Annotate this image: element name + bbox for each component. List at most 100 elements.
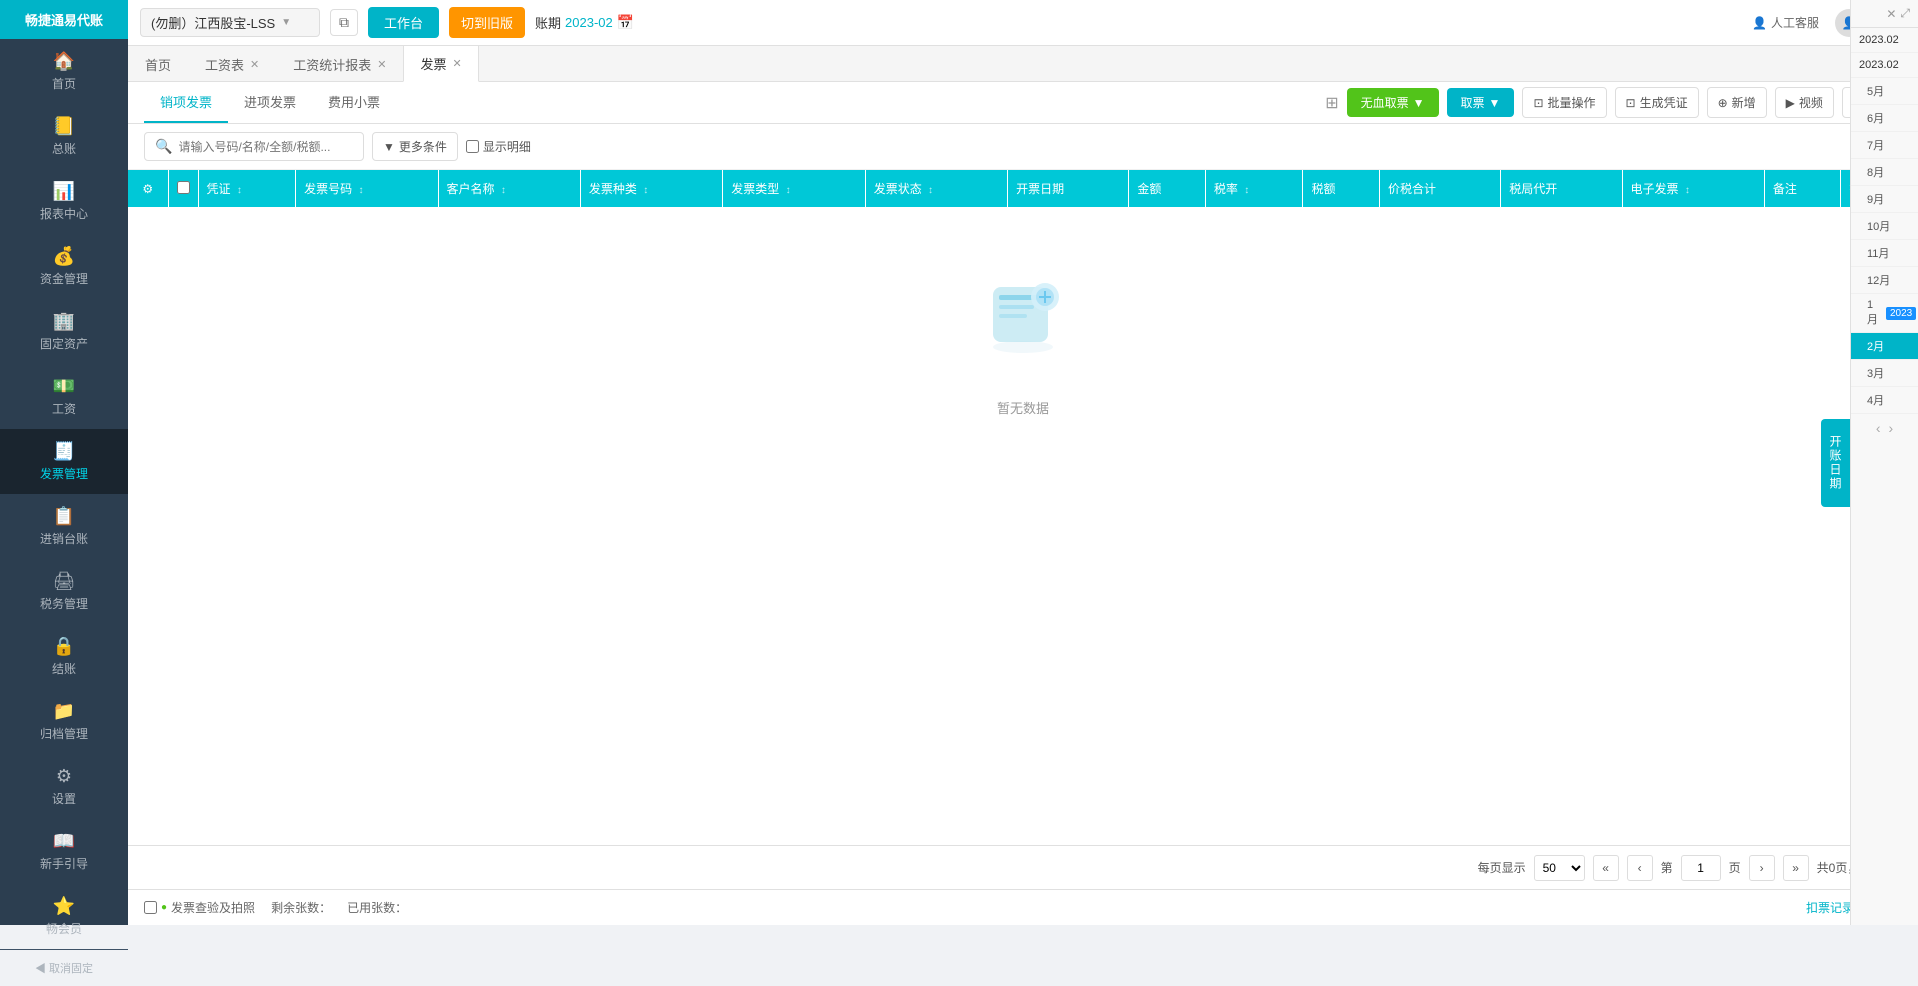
- period-year-2023-badge: 1月 2023: [1851, 294, 1918, 333]
- prev-page-button[interactable]: ‹: [1627, 855, 1653, 881]
- sidebar-item-salary[interactable]: 💵 工资: [0, 364, 128, 429]
- period-next-button[interactable]: ›: [1887, 418, 1896, 438]
- last-page-button[interactable]: »: [1783, 855, 1809, 881]
- page-number-input[interactable]: [1681, 855, 1721, 881]
- invoice-check-label[interactable]: ● 发票查验及拍照: [144, 899, 255, 916]
- company-dropdown-arrow: ▼: [281, 17, 291, 28]
- tab-salary-report[interactable]: 工资统计报表 ✕: [276, 46, 403, 82]
- period-month-12[interactable]: 12月: [1851, 267, 1918, 294]
- new-button[interactable]: ⊕ 新增: [1707, 87, 1767, 118]
- batch-op-button[interactable]: ⊡ 批量操作: [1522, 87, 1606, 118]
- col-settings[interactable]: ⚙: [128, 170, 168, 207]
- sidebar-item-member[interactable]: ⭐ 畅会员: [0, 884, 128, 949]
- sidebar-item-tax[interactable]: 🖨 税务管理: [0, 559, 128, 624]
- take-ticket-button[interactable]: 取票 ▼: [1447, 88, 1515, 117]
- tab-salary-report-close[interactable]: ✕: [377, 58, 386, 71]
- calendar-icon[interactable]: 📅: [617, 14, 634, 31]
- first-page-button[interactable]: «: [1593, 855, 1619, 881]
- tab-salary-close[interactable]: ✕: [250, 58, 259, 71]
- show-detail-checkbox[interactable]: [466, 140, 479, 153]
- tab-home[interactable]: 首页: [128, 46, 188, 82]
- sidebar-item-close[interactable]: 🔒 结账: [0, 624, 128, 689]
- empty-text: 暂无数据: [997, 398, 1049, 417]
- col-invoice-no: 发票号码 ↕: [296, 170, 438, 207]
- period-month-6[interactable]: 6月: [1851, 105, 1918, 132]
- sidebar-item-sales[interactable]: 📋 进销台账: [0, 494, 128, 559]
- search-input[interactable]: [178, 140, 353, 154]
- pagination: 每页显示 50 100 200 « ‹ 第 页 › » 共0页，0条记录: [128, 845, 1918, 889]
- company-selector[interactable]: (勿删）江西股宝-LSS ▼: [140, 8, 320, 37]
- switch-version-button[interactable]: 切到旧版: [449, 7, 525, 38]
- sidebar: 畅捷通易代账 🏠 首页 📒 总账 📊 报表中心 💰 资金管理 🏢 固定资产 💵 …: [0, 0, 128, 925]
- sidebar-item-invoice[interactable]: 🧾 发票管理: [0, 429, 128, 494]
- member-icon: ⭐: [53, 896, 75, 917]
- next-page-button[interactable]: ›: [1749, 855, 1775, 881]
- period-month-2-active[interactable]: 2月: [1851, 333, 1918, 360]
- period-nav: ‹ ›: [1851, 414, 1918, 442]
- sub-tab-expense-receipt[interactable]: 费用小票: [312, 82, 396, 123]
- service-button[interactable]: 👤 人工客服: [1752, 14, 1819, 31]
- tab-salary[interactable]: 工资表 ✕: [188, 46, 276, 82]
- open-period-button[interactable]: 开账日期: [1821, 419, 1850, 507]
- period-prev-button[interactable]: ‹: [1874, 418, 1883, 438]
- tab-invoice[interactable]: 发票 ✕: [403, 45, 478, 82]
- period-year-2023-02-second[interactable]: 2023.02: [1851, 53, 1918, 78]
- grid-view-icon[interactable]: ⊞: [1325, 93, 1338, 113]
- col-e-invoice: 电子发票 ↕: [1622, 170, 1764, 207]
- empty-illustration: [973, 267, 1073, 386]
- sidebar-item-guide[interactable]: 📖 新手引导: [0, 819, 128, 884]
- invoice-icon: 🧾: [53, 441, 75, 462]
- period-month-7[interactable]: 7月: [1851, 132, 1918, 159]
- invoice-table: ⚙ 凭证 ↕ 发票号码 ↕ 客户名称 ↕ 发票种类 ↕ 发票类型 ↕ 发票状态 …: [128, 170, 1918, 207]
- settings-icon: ⚙: [56, 766, 72, 787]
- video-icon: ▶: [1786, 96, 1795, 110]
- workspace-button[interactable]: 工作台: [368, 7, 439, 38]
- panel-maximize-button[interactable]: ⤢: [1900, 6, 1910, 21]
- col-tax-bureau: 税局代开: [1501, 170, 1622, 207]
- content-area: 销项发票 进项发票 费用小票 ⊞ 无血取票 ▼ 取票 ▼ ⊡: [128, 82, 1918, 925]
- filter-button[interactable]: ▼ 更多条件: [372, 132, 458, 161]
- import-records-link[interactable]: 扣票记录: [1806, 899, 1854, 916]
- new-icon: ⊕: [1718, 96, 1728, 110]
- period-month-8[interactable]: 8月: [1851, 159, 1918, 186]
- show-detail-label[interactable]: 显示明细: [466, 138, 531, 155]
- guide-icon: 📖: [53, 831, 75, 852]
- col-checkbox[interactable]: [168, 170, 198, 207]
- sub-tab-purchase-invoice[interactable]: 进项发票: [228, 82, 312, 123]
- sidebar-collapse-btn[interactable]: ◀ 取消固定: [0, 949, 128, 986]
- col-cert: 凭证 ↕: [198, 170, 296, 207]
- invoice-check-checkbox[interactable]: [144, 901, 157, 914]
- panel-close-button[interactable]: ✕: [1886, 7, 1896, 21]
- col-amount: 金额: [1129, 170, 1206, 207]
- no-cancel-ticket-button[interactable]: 无血取票 ▼: [1347, 88, 1439, 117]
- dropdown-arrow-icon: ▼: [1413, 96, 1425, 110]
- sidebar-item-ledger[interactable]: 📒 总账: [0, 104, 128, 169]
- select-all-checkbox[interactable]: [177, 181, 190, 194]
- sales-icon: 📋: [53, 506, 75, 527]
- period-month-9[interactable]: 9月: [1851, 186, 1918, 213]
- period-month-4[interactable]: 4月: [1851, 387, 1918, 414]
- generate-cert-button[interactable]: ⊡ 生成凭证: [1615, 87, 1699, 118]
- sidebar-item-settings[interactable]: ⚙ 设置: [0, 754, 128, 819]
- col-total: 价税合计: [1379, 170, 1500, 207]
- sidebar-item-home[interactable]: 🏠 首页: [0, 39, 128, 104]
- per-page-select[interactable]: 50 100 200: [1534, 855, 1585, 881]
- sidebar-item-reports[interactable]: 📊 报表中心: [0, 169, 128, 234]
- sidebar-item-funds[interactable]: 💰 资金管理: [0, 234, 128, 299]
- period-month-5[interactable]: 5月: [1851, 78, 1918, 105]
- sub-tab-sales-invoice[interactable]: 销项发票: [144, 82, 228, 123]
- video-button[interactable]: ▶ 视频: [1775, 87, 1834, 118]
- period-month-11[interactable]: 11月: [1851, 240, 1918, 267]
- period-month-3[interactable]: 3月: [1851, 360, 1918, 387]
- search-box[interactable]: 🔍: [144, 132, 364, 161]
- period-month-10[interactable]: 10月: [1851, 213, 1918, 240]
- col-invoice-type: 发票种类 ↕: [580, 170, 722, 207]
- tab-invoice-close[interactable]: ✕: [453, 57, 462, 70]
- tabs-bar: 首页 工资表 ✕ 工资统计报表 ✕ 发票 ✕: [128, 46, 1918, 82]
- period-year-2023-02-first[interactable]: 2023.02: [1851, 28, 1918, 53]
- sidebar-item-assets[interactable]: 🏢 固定资产: [0, 299, 128, 364]
- sidebar-item-archive[interactable]: 📁 归档管理: [0, 689, 128, 754]
- copy-button[interactable]: ⧉: [330, 9, 358, 36]
- assets-icon: 🏢: [53, 311, 75, 332]
- panel-controls: ✕ ⤢: [1851, 0, 1918, 28]
